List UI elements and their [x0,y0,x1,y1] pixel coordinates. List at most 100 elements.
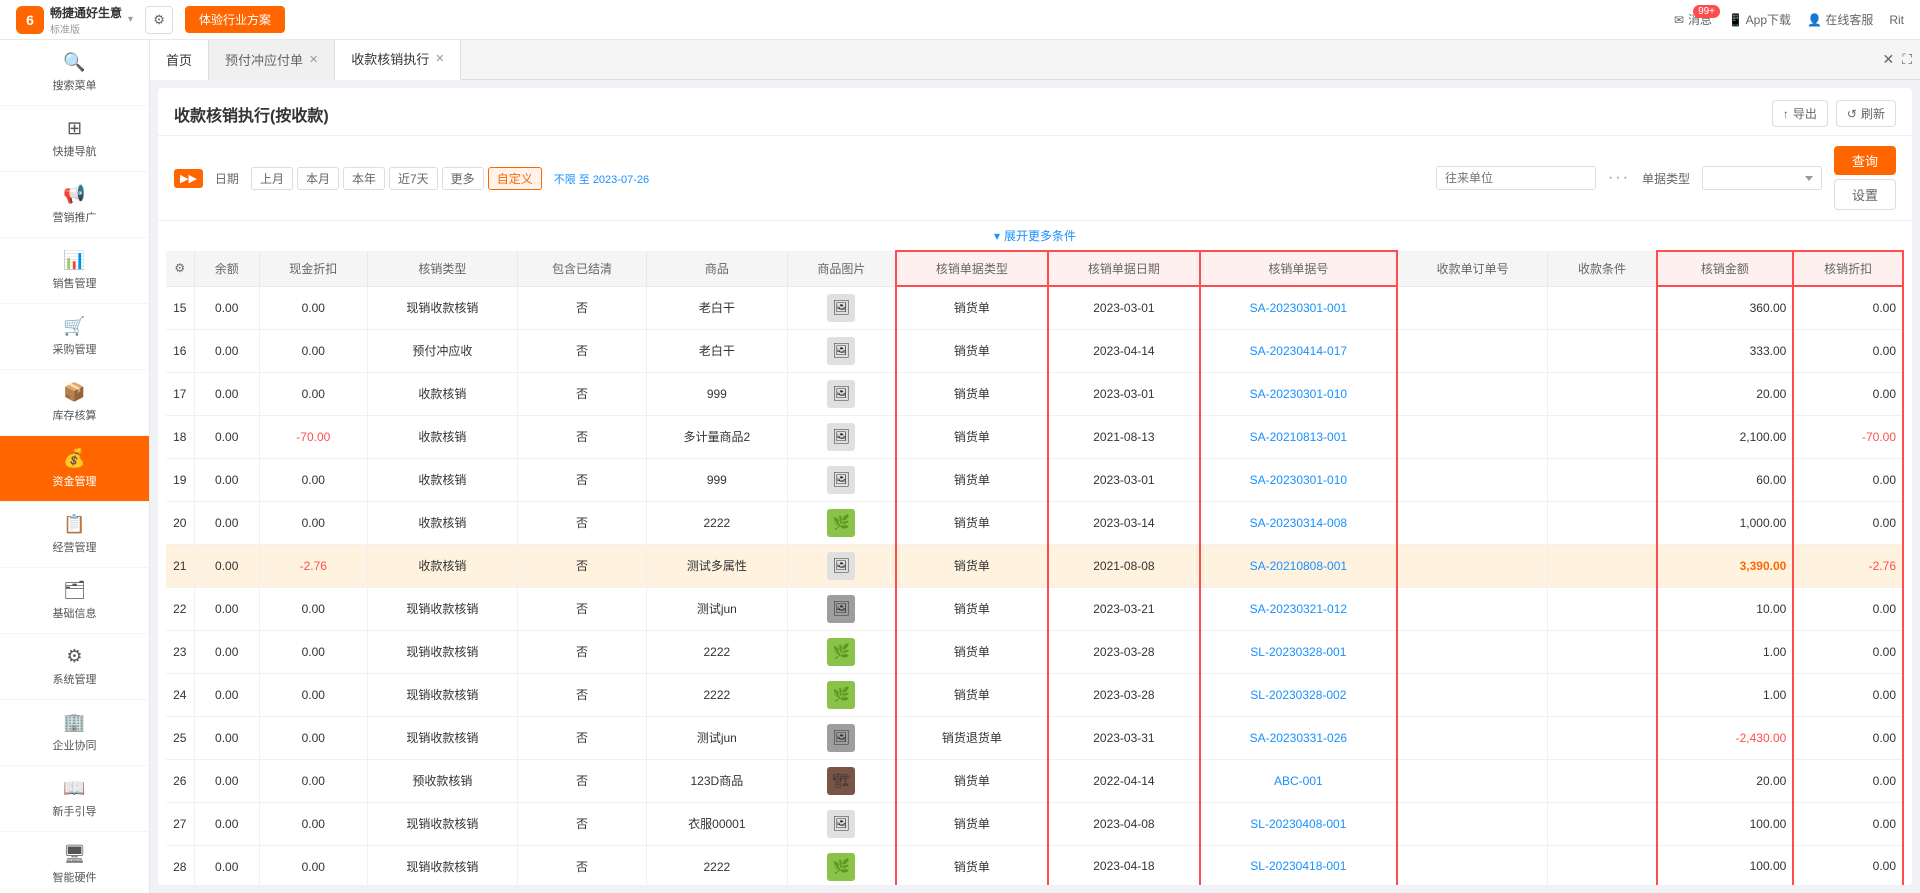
message-area[interactable]: ✉ 消息 99+ [1674,11,1712,28]
cell-product: 测试多属性 [646,544,787,587]
sidebar-item-nav[interactable]: ⊞ 快捷导航 [0,106,149,172]
cell-receipt-condition [1548,759,1657,802]
sidebar-item-system[interactable]: ⚙ 系统管理 [0,634,149,700]
table-row: 200.000.00收款核销否2222🌿销货单2023-03-14SA-2023… [166,501,1903,544]
sidebar-item-stock[interactable]: 📦 库存核算 [0,370,149,436]
cell-verify-doc-type: 销货单 [896,630,1048,673]
row-num: 22 [166,587,194,630]
search-icon: 🔍 [63,52,85,73]
cell-verify-doc-no[interactable]: SL-20230418-001 [1200,845,1397,885]
cell-include-settled: 否 [517,587,646,630]
cell-verify-doc-date: 2023-03-21 [1048,587,1200,630]
cell-verify-type: 现销收款核销 [367,716,517,759]
cell-verify-doc-no[interactable]: SA-20230301-010 [1200,372,1397,415]
cell-verify-doc-date: 2023-04-08 [1048,802,1200,845]
cell-verify-doc-no[interactable]: SA-20230301-010 [1200,458,1397,501]
gear-button[interactable]: ⚙ [145,6,173,34]
tab-verify[interactable]: 收款核销执行 ✕ [335,40,461,80]
row-num: 19 [166,458,194,501]
cell-verify-doc-no[interactable]: SA-20210808-001 [1200,544,1397,587]
table-row: 230.000.00现销收款核销否2222🌿销货单2023-03-28SL-20… [166,630,1903,673]
cell-verify-discount: 0.00 [1793,372,1903,415]
industry-button[interactable]: 体验行业方案 [185,6,285,33]
sidebar-item-guide[interactable]: 📖 新手引导 [0,766,149,832]
date-custom-btn[interactable]: 自定义 [488,167,542,190]
online-service[interactable]: 👤 在线客服 [1807,11,1873,28]
sidebar-item-label: 采购管理 [53,341,97,357]
sidebar-item-sales[interactable]: 📊 销售管理 [0,238,149,304]
cell-verify-discount: 0.00 [1793,501,1903,544]
sidebar-item-manage[interactable]: 📋 经营管理 [0,502,149,568]
th-product: 商品 [646,251,787,286]
cell-include-settled: 否 [517,673,646,716]
cell-verify-doc-no[interactable]: SA-20230321-012 [1200,587,1397,630]
sidebar-item-market[interactable]: 📢 营销推广 [0,172,149,238]
refresh-label: 刷新 [1861,105,1885,122]
date-this-year-btn[interactable]: 本年 [343,167,385,190]
cell-verify-doc-no[interactable]: SA-20210813-001 [1200,415,1397,458]
cell-include-settled: 否 [517,845,646,885]
cell-verify-doc-no[interactable]: ABC-001 [1200,759,1397,802]
tab-home[interactable]: 首页 [150,40,209,80]
cell-verify-doc-no[interactable]: SA-20230314-008 [1200,501,1397,544]
brand-dropdown-arrow[interactable]: ▾ [128,14,133,25]
row-num: 21 [166,544,194,587]
cell-product: 衣服00001 [646,802,787,845]
th-settings[interactable]: ⚙ [166,251,194,286]
cell-verify-doc-no[interactable]: SA-20230301-001 [1200,286,1397,329]
doc-type-select[interactable] [1702,166,1822,190]
sidebar-item-finance[interactable]: 💰 资金管理 [0,436,149,502]
cell-cash-discount: 0.00 [259,845,367,885]
user-area[interactable]: Rit [1889,13,1904,27]
expand-button[interactable]: ▾ 展开更多条件 [994,227,1076,244]
cell-receipt-order-no [1397,501,1548,544]
cell-verify-doc-no[interactable]: SL-20230328-001 [1200,630,1397,673]
tab-expand-button[interactable]: ⛶ [1902,51,1912,68]
row-num: 27 [166,802,194,845]
sidebar-item-label: 智能硬件 [53,869,97,885]
cell-receipt-condition [1548,802,1657,845]
tab-verify-close[interactable]: ✕ [435,52,444,65]
sidebar-item-search[interactable]: 🔍 搜索菜单 [0,40,149,106]
cell-verify-doc-no[interactable]: SA-20230331-026 [1200,716,1397,759]
filter-area: ▶▶ 日期 上月 本月 本年 近7天 更多 自定义 不限 至 2023-07-2… [158,136,1912,221]
counterpart-input[interactable] [1436,166,1596,190]
tab-prepay-close[interactable]: ✕ [309,53,318,66]
date-7days-btn[interactable]: 近7天 [389,167,438,190]
cell-verify-doc-no[interactable]: SA-20230414-017 [1200,329,1397,372]
sidebar-item-base[interactable]: 🗂 基础信息 [0,568,149,634]
filter-toggle-button[interactable]: ▶▶ [174,169,203,188]
date-last-month-btn[interactable]: 上月 [251,167,293,190]
cell-product: 2222 [646,673,787,716]
cell-verify-type: 收款核销 [367,501,517,544]
cell-balance: 0.00 [194,630,259,673]
tab-close-button[interactable]: ✕ [1882,51,1894,68]
cell-verify-amount: 3,390.00 [1657,544,1794,587]
date-this-month-btn[interactable]: 本月 [297,167,339,190]
sidebar-item-purchase[interactable]: 🛒 采购管理 [0,304,149,370]
cell-verify-discount: 0.00 [1793,587,1903,630]
refresh-button[interactable]: ↺ 刷新 [1836,100,1896,127]
cell-verify-doc-no[interactable]: SL-20230328-002 [1200,673,1397,716]
row-num: 16 [166,329,194,372]
settings-icon[interactable]: ⚙ [174,261,185,275]
date-more-btn[interactable]: 更多 [442,167,484,190]
table-row: 210.00-2.76收款核销否测试多属性🖼销货单2021-08-08SA-20… [166,544,1903,587]
cell-receipt-condition [1548,372,1657,415]
export-label: 导出 [1793,105,1817,122]
tab-prepay[interactable]: 预付冲应付单 ✕ [209,40,335,80]
sidebar-item-label: 系统管理 [53,671,97,687]
sidebar-item-corp[interactable]: 🏢 企业协同 [0,700,149,766]
brand-info: 畅捷通好生意 标准版 [50,4,122,36]
sidebar-item-smart[interactable]: 🖥 智能硬件 [0,832,149,893]
export-button[interactable]: ↑ 导出 [1772,100,1828,127]
cell-balance: 0.00 [194,802,259,845]
cell-receipt-condition [1548,630,1657,673]
app-download[interactable]: 📱 App下载 [1728,11,1791,28]
cell-product: 999 [646,458,787,501]
cell-receipt-condition [1548,329,1657,372]
cell-verify-doc-no[interactable]: SL-20230408-001 [1200,802,1397,845]
setting-button[interactable]: 设置 [1834,179,1896,210]
cell-receipt-condition [1548,286,1657,329]
query-button[interactable]: 查询 [1834,146,1896,175]
